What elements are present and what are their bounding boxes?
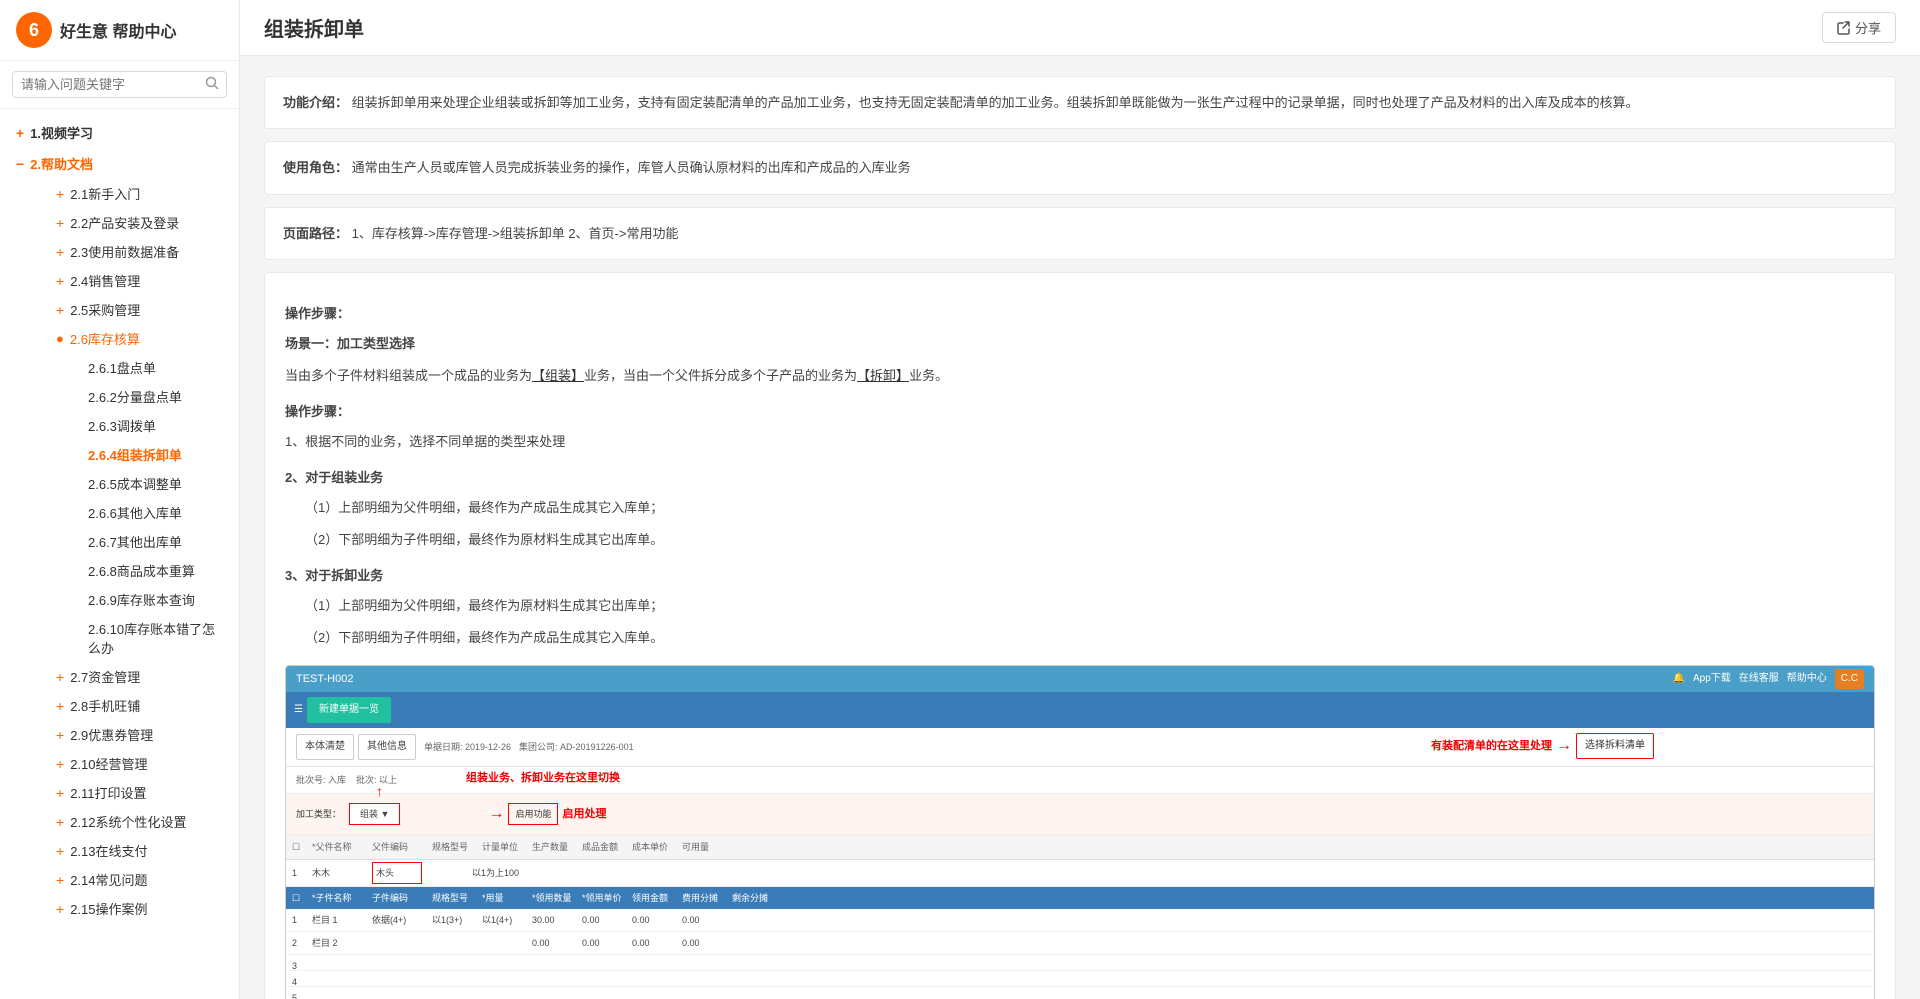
ops-body: 操作步骤： 场景一：加工类型选择 当由多个子件材料组装成一个成品的业务为【组装】… <box>264 272 1896 999</box>
sidebar-item-2-14[interactable]: + 2.14常见问题 <box>28 865 239 894</box>
active-dot-icon: ● <box>56 331 64 346</box>
ss-type-assemble[interactable]: 组装 ▼ <box>349 803 400 825</box>
step1: 1、根据不同的业务，选择不同单据的类型来处理 <box>285 429 1875 455</box>
sidebar-item-2-2[interactable]: + 2.2产品安装及登录 <box>28 208 239 237</box>
sidebar-item-videos[interactable]: + 1.视频学习 <box>0 117 239 148</box>
nav-sub-2-6: 2.6.1盘点单 2.6.2分量盘点单 2.6.3调拨单 2.6.4组装拆卸单 … <box>28 353 239 662</box>
ss-table-head: ☐ *父件名称 父件编码 规格型号 计量单位 生产数量 成品金额 成本单价 可用… <box>286 835 1874 860</box>
page-title: 组装拆卸单 <box>264 13 364 42</box>
sidebar-item-docs[interactable]: − 2.帮助文档 <box>0 148 239 179</box>
intro-text: 组装拆卸单用来处理企业组装或拆卸等加工业务，支持有固定装配清单的产品加工业务，也… <box>352 95 1639 110</box>
path-text: 1、库存核算->库存管理->组装拆卸单 2、首页->常用功能 <box>352 226 679 241</box>
ss-lower-row-3: 3 <box>286 955 1874 971</box>
annotation-4: → 启用功能 启用处理 <box>488 798 606 830</box>
ss-lower-row-1: 1 栏目 1 依据(4+) 以1(3+) 以1(4+) 30.00 0.00 0… <box>286 909 1874 932</box>
sidebar-item-2-1[interactable]: + 2.1新手入门 <box>28 179 239 208</box>
ops-label: 操作步骤： <box>285 301 1875 327</box>
sidebar-item-2-9[interactable]: + 2.9优惠券管理 <box>28 720 239 749</box>
ss-table-lower-wrap: ☐ *子件名称 子件编码 规格型号 *用量 *领用数量 *领用单价 领用金额 费… <box>286 887 1874 999</box>
role-text: 通常由生产人员或库管人员完成拆装业务的操作，库管人员确认原材料的出库和产成品的入… <box>352 160 911 175</box>
screenshot-image: TEST-H002 🔔App下载在线客服帮助中心C.C ☰ 新建单据一览 本体清… <box>285 665 1875 999</box>
ss-tab-detail[interactable]: 本体清楚 <box>296 734 354 760</box>
ss-form-tabs: 本体清楚 其他信息 <box>296 734 416 760</box>
sidebar-item-2-6[interactable]: ● 2.6库存核算 <box>28 324 239 353</box>
sidebar-item-2-6-7[interactable]: 2.6.7其他出库单 <box>44 527 239 556</box>
logo-icon: 6 <box>16 12 52 48</box>
ss-lower-row-4: 4 <box>286 971 1874 987</box>
sidebar-item-2-10[interactable]: + 2.10经营管理 <box>28 749 239 778</box>
ss-lower-row-5: 5 <box>286 987 1874 999</box>
sidebar: 6 好生意 帮助中心 + 1.视频学习 − 2.帮助文档 <box>0 0 240 999</box>
ss-qty-label: 批次号: 入库 <box>296 771 346 789</box>
sidebar-item-2-6-10[interactable]: 2.6.10库存账本错了怎么办 <box>44 614 239 662</box>
sidebar-item-2-6-1[interactable]: 2.6.1盘点单 <box>44 353 239 382</box>
role-label: 使用角色： <box>283 160 348 175</box>
sidebar-item-2-8[interactable]: + 2.8手机旺铺 <box>28 691 239 720</box>
nav-tree: + 1.视频学习 − 2.帮助文档 + 2.1新手入门 + 2.2产品安装及登录… <box>0 109 239 999</box>
share-button[interactable]: 分享 <box>1822 12 1896 43</box>
ss-lower-header: ☐ *子件名称 子件编码 规格型号 *用量 *领用数量 *领用单价 领用金额 费… <box>286 887 1874 909</box>
sidebar-item-2-6-9[interactable]: 2.6.9库存账本查询 <box>44 585 239 614</box>
sidebar-item-2-6-8[interactable]: 2.6.8商品成本重算 <box>44 556 239 585</box>
ss-select-btn[interactable]: 选择拆料清单 <box>1576 733 1654 759</box>
expand-icon: + <box>16 125 24 141</box>
step3-2: （2）下部明细为子件明细，最终作为产成品生成其它入库单。 <box>285 625 1875 651</box>
path-label: 页面路径： <box>283 226 348 241</box>
sidebar-item-2-12[interactable]: + 2.12系统个性化设置 <box>28 807 239 836</box>
main-area: 组装拆卸单 分享 功能介绍： 组装拆卸单用来处理企业组装或拆卸等加工业务，支持有… <box>240 0 1920 999</box>
step2-1: （1）上部明细为父件明细，最终作为产成品生成其它入库单； <box>285 495 1875 521</box>
sidebar-item-2-6-5[interactable]: 2.6.5成本调整单 <box>44 469 239 498</box>
sidebar-item-2-4[interactable]: + 2.4销售管理 <box>28 266 239 295</box>
step2: 2、对于组装业务 <box>285 465 1875 491</box>
ss-subnav: ☰ 新建单据一览 <box>286 692 1874 728</box>
ss-table-upper: 1 木木 木头 以1为上100 <box>286 860 1874 887</box>
step2-2: （2）下部明细为子件明细，最终作为原材料生成其它出库单。 <box>285 527 1875 553</box>
ss-row-1: 1 木木 木头 以1为上100 <box>286 860 1874 887</box>
scene1-label: 场景一：加工类型选择 <box>285 331 1875 357</box>
sidebar-header: 6 好生意 帮助中心 <box>0 0 239 61</box>
sidebar-item-2-13[interactable]: + 2.13在线支付 <box>28 836 239 865</box>
logo-text: 好生意 帮助中心 <box>60 18 176 42</box>
nav-sub-docs: + 2.1新手入门 + 2.2产品安装及登录 + 2.3使用前数据准备 + 2.… <box>0 179 239 923</box>
scene1-desc: 当由多个子件材料组装成一个成品的业务为【组装】业务，当由一个父件拆分成多个子产品… <box>285 363 1875 389</box>
ss-new-tab[interactable]: 新建单据一览 <box>307 697 391 723</box>
role-block: 使用角色： 通常由生产人员或库管人员完成拆装业务的操作，库管人员确认原材料的出库… <box>264 141 1896 194</box>
search-input[interactable] <box>12 71 227 98</box>
collapse-icon: − <box>16 156 24 172</box>
ss-top-icons: 🔔App下载在线客服帮助中心C.C <box>1673 669 1864 689</box>
sidebar-item-2-6-6[interactable]: 2.6.6其他入库单 <box>44 498 239 527</box>
annotation-3: ↑ 组装业务、拆卸业务在这里切换 <box>436 767 620 789</box>
top-bar: 组装拆卸单 分享 <box>240 0 1920 56</box>
ss-lower-row-2: 2 栏目 2 0.00 0.00 0.00 0.00 <box>286 932 1874 955</box>
ss-type-selector: 加工类型： 组装 ▼ → 启用功能 启用处理 <box>286 794 1874 835</box>
ss-group-label: 集团公司: AD-20191226-001 <box>519 738 634 756</box>
ss-tab-other[interactable]: 其他信息 <box>358 734 416 760</box>
sidebar-item-2-11[interactable]: + 2.11打印设置 <box>28 778 239 807</box>
sidebar-item-2-15[interactable]: + 2.15操作案例 <box>28 894 239 923</box>
sidebar-item-2-3[interactable]: + 2.3使用前数据准备 <box>28 237 239 266</box>
path-block: 页面路径： 1、库存核算->库存管理->组装拆卸单 2、首页->常用功能 <box>264 207 1896 260</box>
ss-date-label: 单据日期: 2019-12-26 <box>424 738 511 756</box>
annotation-1: 有装配清单的在这里处理 → 选择拆料清单 <box>1431 730 1654 762</box>
ss-type-row: 批次号: 入库 批次: 以上 ↑ 组装业务、拆卸业务在这里切换 <box>286 767 1874 794</box>
sidebar-item-2-6-2[interactable]: 2.6.2分量盘点单 <box>44 382 239 411</box>
intro-label: 功能介绍： <box>283 95 348 110</box>
sidebar-item-2-5[interactable]: + 2.5采购管理 <box>28 295 239 324</box>
sidebar-item-2-6-4[interactable]: 2.6.4组装拆卸单 <box>44 440 239 469</box>
sidebar-item-2-7[interactable]: + 2.7资金管理 <box>28 662 239 691</box>
search-icon[interactable] <box>205 76 219 93</box>
step3-1: （1）上部明细为父件明细，最终作为原材料生成其它出库单； <box>285 593 1875 619</box>
search-box <box>0 61 239 109</box>
content-area: 功能介绍： 组装拆卸单用来处理企业组装或拆卸等加工业务，支持有固定装配清单的产品… <box>240 56 1920 999</box>
step3: 3、对于拆卸业务 <box>285 563 1875 589</box>
ss-form-row1: 本体清楚 其他信息 单据日期: 2019-12-26 集团公司: AD-2019… <box>286 728 1874 767</box>
sidebar-item-2-6-3[interactable]: 2.6.3调拨单 <box>44 411 239 440</box>
intro-block: 功能介绍： 组装拆卸单用来处理企业组装或拆卸等加工业务，支持有固定装配清单的产品… <box>264 76 1896 129</box>
ss-type-text: 加工类型： <box>296 805 341 823</box>
ss-app-title: TEST-H002 <box>296 668 353 690</box>
share-icon <box>1837 21 1851 35</box>
ops-steps-label: 操作步骤： <box>285 399 1875 425</box>
ss-enable-btn[interactable]: 启用功能 <box>508 803 558 825</box>
